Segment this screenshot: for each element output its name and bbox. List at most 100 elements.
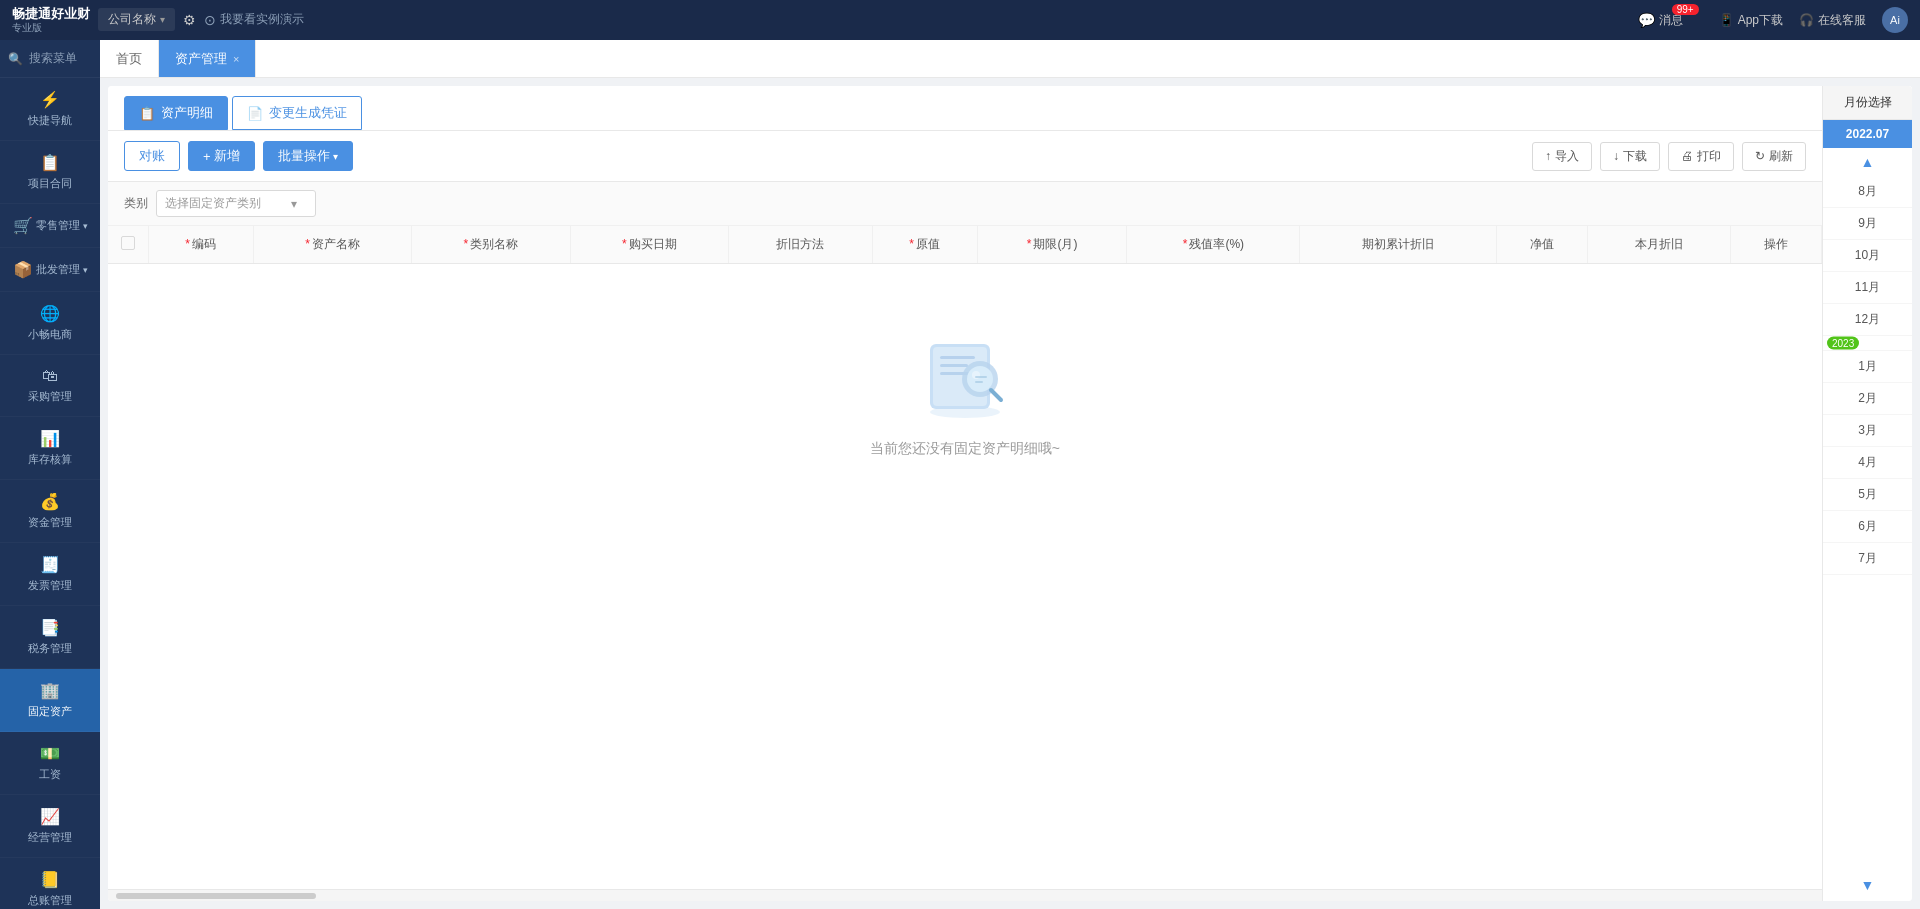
- home-label: 首页: [116, 50, 142, 68]
- company-dropdown-icon: ▾: [160, 14, 165, 25]
- sidebar-item-account[interactable]: 📒 总账管理: [0, 858, 100, 909]
- salary-label: 工资: [39, 767, 61, 782]
- month-item-3[interactable]: 3月: [1823, 415, 1912, 447]
- message-icon: 💬: [1638, 12, 1655, 28]
- user-avatar[interactable]: Ai: [1882, 7, 1908, 33]
- th-checkbox: [108, 226, 148, 264]
- account-label: 总账管理: [28, 893, 72, 908]
- finance-icon: 💰: [40, 492, 60, 511]
- sidebar-search[interactable]: 🔍 搜索菜单: [0, 40, 100, 78]
- month-panel-title: 月份选择: [1844, 95, 1892, 109]
- settings-icon[interactable]: ⚙: [183, 12, 196, 28]
- refresh-button[interactable]: ↻ 刷新: [1742, 142, 1806, 171]
- sidebar-item-salary[interactable]: 💵 工资: [0, 732, 100, 795]
- sidebar-item-retail[interactable]: 🛒 零售管理 ▾: [0, 204, 100, 248]
- tab-close-icon[interactable]: ×: [233, 53, 239, 65]
- category-filter[interactable]: 选择固定资产类别 ▾: [156, 190, 316, 217]
- th-depreciation-method: 折旧方法: [728, 226, 872, 264]
- company-selector[interactable]: 公司名称 ▾: [98, 8, 175, 31]
- tab-home[interactable]: 首页: [100, 40, 159, 77]
- month-down-button[interactable]: ▼: [1855, 875, 1881, 895]
- sidebar-item-inventory[interactable]: 📊 库存核算: [0, 417, 100, 480]
- filter-bar: 类别 选择固定资产类别 ▾: [108, 182, 1822, 226]
- phone-icon: 📱: [1719, 13, 1734, 27]
- page-content: 📋 资产明细 📄 变更生成凭证 对账 + 新增: [108, 86, 1912, 901]
- sidebar-item-purchase[interactable]: 🛍 采购管理: [0, 355, 100, 417]
- month-item-11[interactable]: 11月: [1823, 272, 1912, 304]
- tab-bar: 首页 资产管理 ×: [100, 40, 1920, 78]
- th-category: *类别名称: [412, 226, 570, 264]
- month-up-button[interactable]: ▲: [1855, 152, 1881, 172]
- topbar-left: 畅捷通好业财 专业版 公司名称 ▾ ⚙ ⊙ 我要看实例演示: [12, 7, 304, 32]
- download-button[interactable]: ↓ 下载: [1600, 142, 1660, 171]
- app-download-btn[interactable]: 📱 App下载: [1719, 12, 1783, 29]
- batch-label: 批量操作: [278, 147, 330, 165]
- download-icon: ↓: [1613, 149, 1619, 163]
- sidebar-item-shortcut[interactable]: ⚡ 快捷导航: [0, 78, 100, 141]
- add-button[interactable]: + 新增: [188, 141, 255, 171]
- month-item-2023-badge: 2023: [1823, 336, 1912, 351]
- month-item-6[interactable]: 6月: [1823, 511, 1912, 543]
- svg-line-9: [991, 390, 1001, 400]
- month-item-10[interactable]: 10月: [1823, 240, 1912, 272]
- sidebar-item-contract[interactable]: 📋 项目合同: [0, 141, 100, 204]
- table-header-row: *编码 *资产名称 *类别名称 *购买日期 折旧方法 *原值 *期限(月) *残…: [108, 226, 1822, 264]
- print-button[interactable]: 🖨 打印: [1668, 142, 1734, 171]
- brand-sub: 专业版: [12, 22, 90, 33]
- sidebar-item-wholesale[interactable]: 📦 批发管理 ▾: [0, 248, 100, 292]
- sidebar-item-ecommerce[interactable]: 🌐 小畅电商: [0, 292, 100, 355]
- month-item-5[interactable]: 5月: [1823, 479, 1912, 511]
- inner-content: 📋 资产明细 📄 变更生成凭证 对账 + 新增: [108, 86, 1822, 901]
- app-download-label: App下载: [1738, 12, 1783, 29]
- match-button[interactable]: 对账: [124, 141, 180, 171]
- month-item-4[interactable]: 4月: [1823, 447, 1912, 479]
- search-icon: 🔍: [8, 52, 23, 66]
- filter-label: 类别: [124, 195, 148, 212]
- th-name: *资产名称: [253, 226, 411, 264]
- message-btn[interactable]: 💬 消息 99+: [1638, 12, 1683, 29]
- month-item-8[interactable]: 8月: [1823, 176, 1912, 208]
- import-button[interactable]: ↑ 导入: [1532, 142, 1592, 171]
- th-period-months: *期限(月): [977, 226, 1127, 264]
- asset-detail-tab-icon: 📋: [139, 106, 155, 121]
- shortcut-icon: ⚡: [40, 90, 60, 109]
- empty-cell: 当前您还没有固定资产明细哦~: [108, 264, 1822, 519]
- svg-rect-10: [975, 376, 987, 378]
- sub-tab-asset-detail[interactable]: 📋 资产明细: [124, 96, 228, 130]
- month-item-2[interactable]: 2月: [1823, 383, 1912, 415]
- month-item-9[interactable]: 9月: [1823, 208, 1912, 240]
- month-item-1[interactable]: 1月: [1823, 351, 1912, 383]
- change-voucher-tab-icon: 📄: [247, 106, 263, 121]
- horizontal-scrollbar[interactable]: [108, 889, 1822, 901]
- batch-button[interactable]: 批量操作 ▾: [263, 141, 353, 171]
- fixedasset-label: 固定资产: [28, 704, 72, 719]
- empty-illustration: [905, 324, 1025, 424]
- scrollbar-thumb[interactable]: [116, 893, 316, 899]
- content-area: 首页 资产管理 × 📋 资产明细 📄 变更生成凭证: [100, 40, 1920, 909]
- online-service-btn[interactable]: 🎧 在线客服: [1799, 12, 1866, 29]
- asset-table: *编码 *资产名称 *类别名称 *购买日期 折旧方法 *原值 *期限(月) *残…: [108, 226, 1822, 518]
- print-icon: 🖨: [1681, 149, 1693, 163]
- sidebar-item-invoice[interactable]: 🧾 发票管理: [0, 543, 100, 606]
- sidebar-item-ops[interactable]: 📈 经营管理: [0, 795, 100, 858]
- import-icon: ↑: [1545, 149, 1551, 163]
- purchase-icon: 🛍: [42, 367, 58, 385]
- category-placeholder: 选择固定资产类别: [165, 195, 261, 212]
- demo-link[interactable]: ⊙ 我要看实例演示: [204, 11, 304, 28]
- sidebar-item-fixedasset[interactable]: 🏢 固定资产: [0, 669, 100, 732]
- topbar-right: 💬 消息 99+ 📱 App下载 🎧 在线客服 Ai: [1638, 7, 1908, 33]
- empty-text: 当前您还没有固定资产明细哦~: [870, 440, 1060, 458]
- sidebar-item-tax[interactable]: 📑 税务管理: [0, 606, 100, 669]
- tab-asset-management[interactable]: 资产管理 ×: [159, 40, 256, 77]
- invoice-icon: 🧾: [40, 555, 60, 574]
- month-item-12[interactable]: 12月: [1823, 304, 1912, 336]
- sidebar-item-finance[interactable]: 💰 资金管理: [0, 480, 100, 543]
- th-accumulated-depreciation: 期初累计折旧: [1300, 226, 1497, 264]
- select-all-checkbox[interactable]: [121, 236, 135, 250]
- sub-tab-change-voucher[interactable]: 📄 变更生成凭证: [232, 96, 362, 130]
- search-label: 搜索菜单: [29, 50, 77, 67]
- th-operation: 操作: [1731, 226, 1822, 264]
- month-item-7[interactable]: 7月: [1823, 543, 1912, 575]
- month-up-btn-wrap: ▲: [1823, 148, 1912, 176]
- retail-arrow-icon: ▾: [83, 221, 88, 231]
